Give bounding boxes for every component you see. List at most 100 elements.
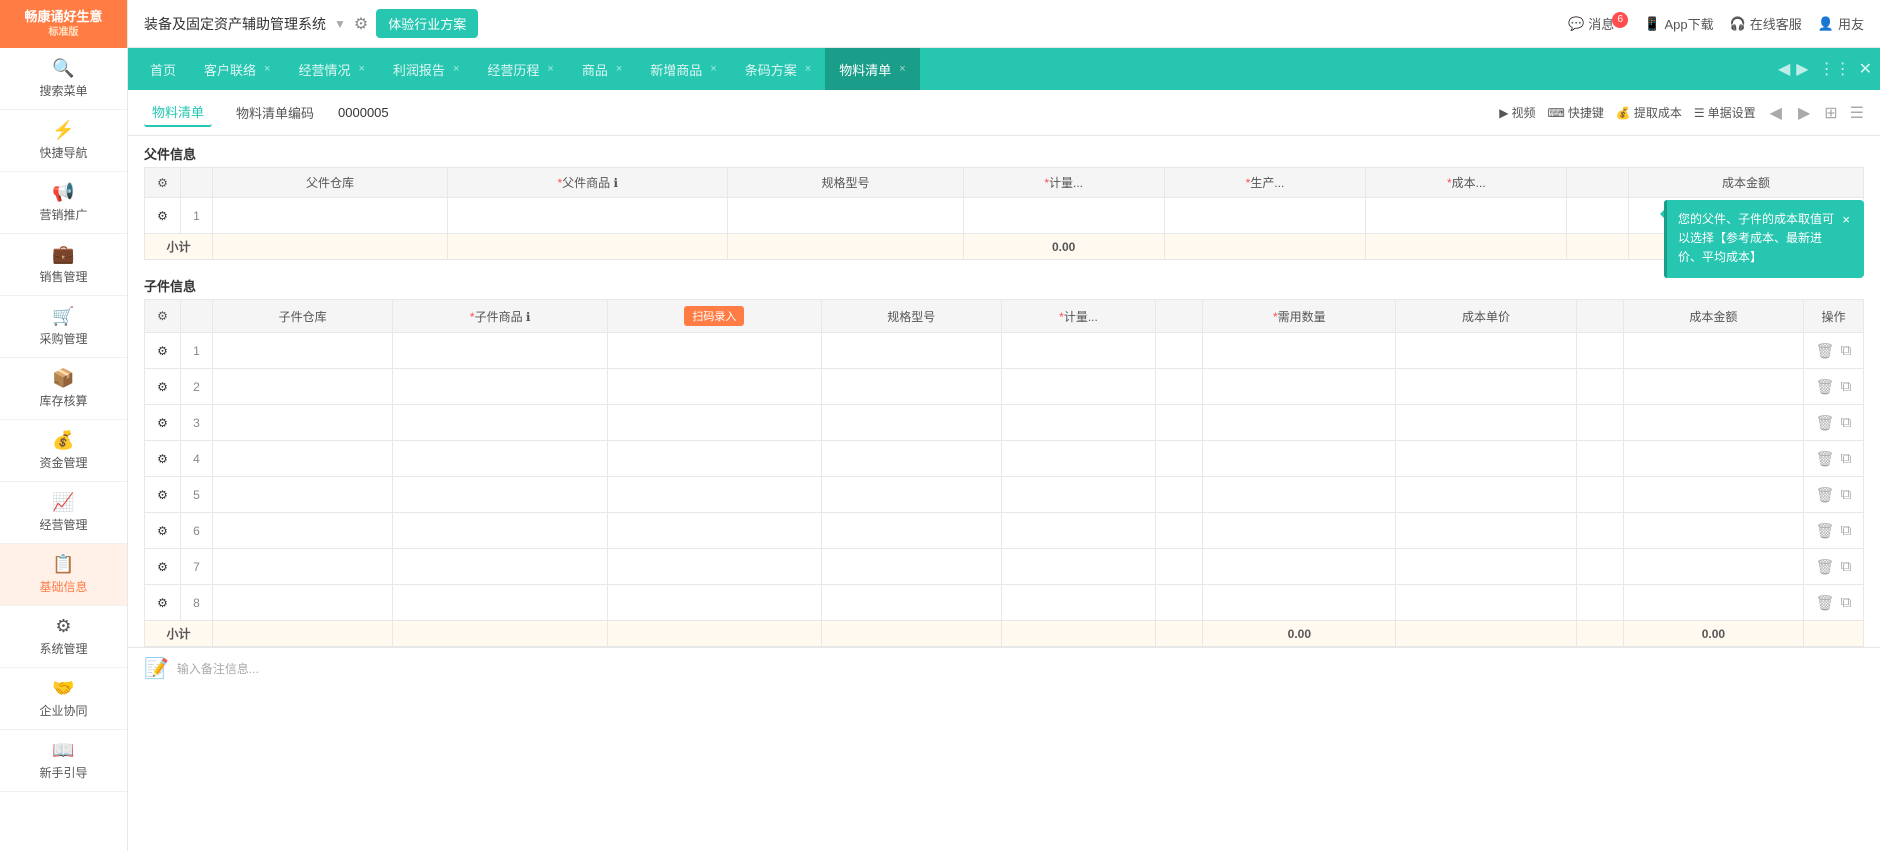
nav-prev-icon[interactable]: ◀ (1776, 57, 1792, 81)
tab-close-icon[interactable]: × (710, 63, 716, 75)
copy-icon[interactable]: ⧉ (1841, 414, 1852, 431)
row-produce[interactable] (1164, 198, 1365, 234)
row-unit-cost[interactable] (1396, 405, 1576, 441)
sidebar-item-guide[interactable]: 📖 新手引导 (0, 730, 127, 792)
row-child-spec[interactable] (821, 333, 1001, 369)
row-child-product[interactable] (393, 477, 608, 513)
row-child-warehouse[interactable] (213, 369, 393, 405)
note-icon[interactable]: 📝 (144, 656, 169, 681)
row-child-qty-unit[interactable] (1001, 513, 1155, 549)
tab-close-icon[interactable]: × (264, 63, 270, 75)
table-view-icon[interactable]: ⊞ (1824, 103, 1837, 123)
tab-close-icon[interactable]: × (899, 63, 905, 75)
delete-icon[interactable]: 🗑 (1816, 342, 1835, 360)
row-child-warehouse[interactable] (213, 333, 393, 369)
copy-icon[interactable]: ⧉ (1841, 378, 1852, 395)
row-child-spec[interactable] (821, 369, 1001, 405)
row-child-product[interactable] (393, 513, 608, 549)
sidebar-item-search[interactable]: 🔍 搜索菜单 (0, 48, 127, 110)
row-required-qty[interactable] (1203, 477, 1396, 513)
row-child-spec[interactable] (821, 441, 1001, 477)
row-settings[interactable]: ⚙ (145, 585, 181, 621)
row-child-warehouse[interactable] (213, 405, 393, 441)
row-required-qty[interactable] (1203, 333, 1396, 369)
row-settings[interactable]: ⚙ (145, 513, 181, 549)
tab-close-icon[interactable]: × (547, 63, 553, 75)
online-service-item[interactable]: 🎧 在线客服 (1730, 14, 1802, 33)
delete-icon[interactable]: 🗑 (1816, 558, 1835, 576)
close-all-icon[interactable]: ✕ (1859, 59, 1872, 79)
row-child-warehouse[interactable] (213, 513, 393, 549)
sidebar-item-quick-nav[interactable]: ⚡ 快捷导航 (0, 110, 127, 172)
row-required-qty[interactable] (1203, 549, 1396, 585)
tab-customer[interactable]: 客户联络 × (190, 48, 284, 90)
tab-close-icon[interactable]: × (805, 63, 811, 75)
doc-settings-action[interactable]: ☰ 单据设置 (1694, 104, 1756, 121)
tab-history[interactable]: 经营历程 × (473, 48, 567, 90)
gear-icon[interactable]: ⚙ (354, 14, 368, 34)
row-settings[interactable]: ⚙ (145, 405, 181, 441)
nav-next-icon[interactable]: ▶ (1794, 57, 1810, 81)
tab-bom[interactable]: 物料清单 × (825, 48, 919, 90)
experience-button[interactable]: 体验行业方案 (376, 9, 478, 38)
row-child-warehouse[interactable] (213, 585, 393, 621)
row-required-qty[interactable] (1203, 405, 1396, 441)
tab-barcode[interactable]: 条码方案 × (731, 48, 825, 90)
tab-close-icon[interactable]: × (616, 63, 622, 75)
tab-close-icon[interactable]: × (453, 63, 459, 75)
subheader-tab-code[interactable]: 物料清单编码 (228, 99, 322, 126)
sidebar-item-marketing[interactable]: 📢 营销推广 (0, 172, 127, 234)
row-unit-cost[interactable] (1396, 585, 1576, 621)
app-download-item[interactable]: 📱 App下载 (1644, 14, 1713, 33)
row-child-spec[interactable] (821, 549, 1001, 585)
sidebar-item-operations[interactable]: 📈 经营管理 (0, 482, 127, 544)
tooltip-close-button[interactable]: × (1842, 210, 1850, 231)
row-required-qty[interactable] (1203, 441, 1396, 477)
copy-icon[interactable]: ⧉ (1841, 450, 1852, 467)
row-child-qty-unit[interactable] (1001, 333, 1155, 369)
tab-profit[interactable]: 利润报告 × (379, 48, 473, 90)
sidebar-item-system[interactable]: ⚙ 系统管理 (0, 606, 127, 668)
row-unit-cost[interactable] (1396, 441, 1576, 477)
message-item[interactable]: 💬 消息 6 (1568, 14, 1628, 33)
row-spec[interactable] (728, 198, 963, 234)
row-settings[interactable]: ⚙ (145, 198, 181, 234)
bottom-hint[interactable]: 输入备注信息... (177, 660, 259, 677)
row-child-warehouse[interactable] (213, 441, 393, 477)
delete-icon[interactable]: 🗑 (1816, 594, 1835, 612)
row-child-spec[interactable] (821, 513, 1001, 549)
sidebar-item-cooperation[interactable]: 🤝 企业协同 (0, 668, 127, 730)
delete-icon[interactable]: 🗑 (1816, 522, 1835, 540)
row-warehouse[interactable] (213, 198, 448, 234)
row-child-spec[interactable] (821, 585, 1001, 621)
row-child-spec[interactable] (821, 405, 1001, 441)
row-child-qty-unit[interactable] (1001, 441, 1155, 477)
extract-cost-action[interactable]: 💰 提取成本 (1616, 104, 1682, 121)
row-unit-cost[interactable] (1396, 333, 1576, 369)
row-settings[interactable]: ⚙ (145, 549, 181, 585)
row-child-product[interactable] (393, 585, 608, 621)
row-child-qty-unit[interactable] (1001, 477, 1155, 513)
sidebar-item-basic-info[interactable]: 📋 基础信息 (0, 544, 127, 606)
shortcut-action[interactable]: ⌨ 快捷键 (1548, 104, 1604, 121)
row-unit-cost[interactable] (1396, 477, 1576, 513)
row-child-product[interactable] (393, 405, 608, 441)
copy-icon[interactable]: ⧉ (1841, 522, 1852, 539)
scan-button[interactable]: 扫码录入 (684, 306, 744, 326)
video-action[interactable]: ▶ 视频 (1499, 104, 1535, 121)
row-child-product[interactable] (393, 369, 608, 405)
copy-icon[interactable]: ⧉ (1841, 342, 1852, 359)
tab-goods[interactable]: 商品 × (568, 48, 636, 90)
sidebar-item-finance[interactable]: 💰 资金管理 (0, 420, 127, 482)
copy-icon[interactable]: ⧉ (1841, 594, 1852, 611)
row-child-warehouse[interactable] (213, 477, 393, 513)
delete-icon[interactable]: 🗑 (1816, 450, 1835, 468)
subheader-tab-bom[interactable]: 物料清单 (144, 98, 212, 127)
sidebar-item-sales[interactable]: 💼 销售管理 (0, 234, 127, 296)
row-settings[interactable]: ⚙ (145, 333, 181, 369)
row-settings[interactable]: ⚙ (145, 477, 181, 513)
row-child-qty-unit[interactable] (1001, 585, 1155, 621)
delete-icon[interactable]: 🗑 (1816, 486, 1835, 504)
row-child-qty-unit[interactable] (1001, 369, 1155, 405)
tab-home[interactable]: 首页 (136, 48, 190, 90)
